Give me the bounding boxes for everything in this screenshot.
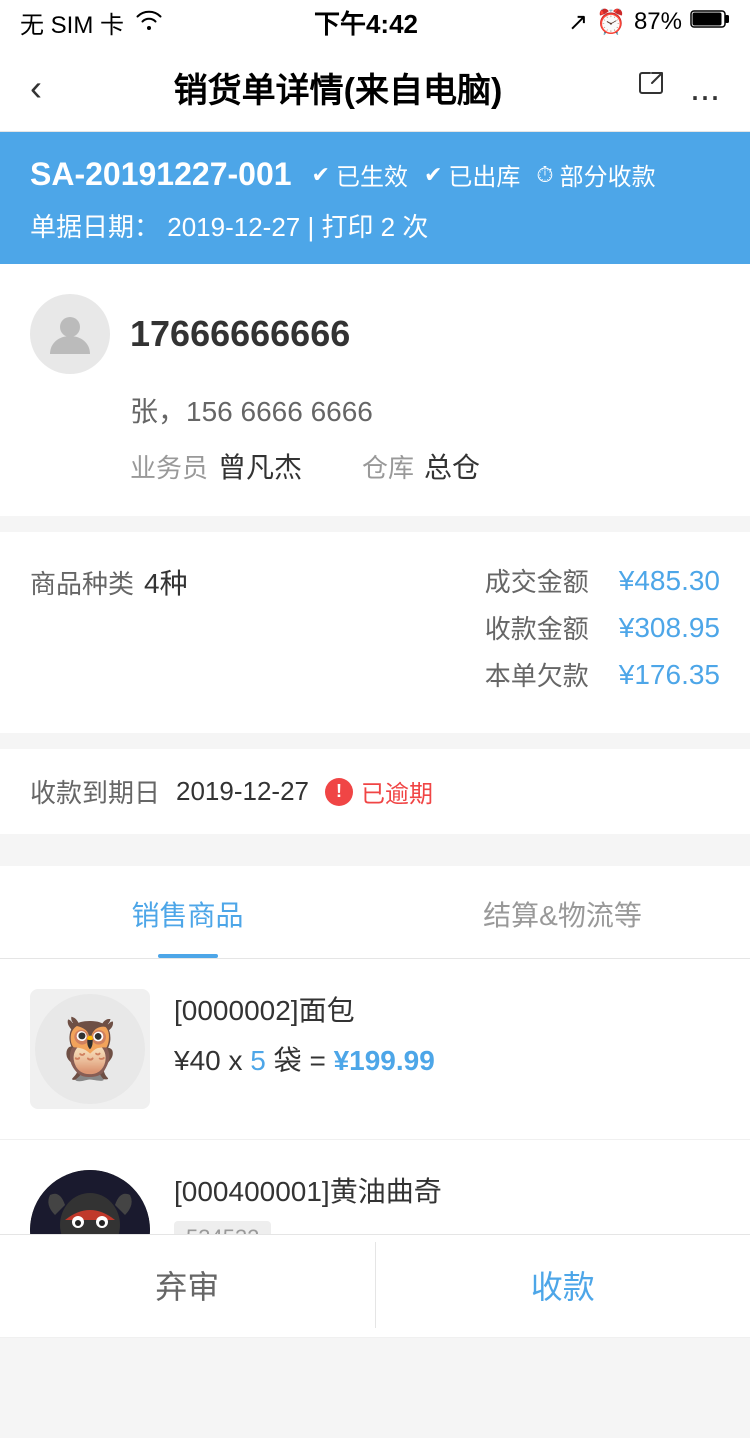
status-badge-2: ✔ 已出库 xyxy=(424,157,520,192)
check-icon-2: ✔ xyxy=(424,162,442,188)
nav-actions: ... xyxy=(634,65,720,110)
page-title: 销货单详情(来自电脑) xyxy=(174,63,503,112)
alarm-icon: ⏰ xyxy=(596,8,626,37)
location-icon: ↗ xyxy=(568,8,588,37)
avatar xyxy=(30,294,110,374)
overdue-icon: ! xyxy=(325,778,353,806)
bottom-spacer xyxy=(0,1338,750,1438)
status-right: ↗ ⏰ 87% xyxy=(568,8,730,37)
warehouse-item: 仓库 总仓 xyxy=(362,446,480,486)
customer-name: 张，156 6666 6666 xyxy=(30,390,720,430)
bottom-bar: 弃审 收款 xyxy=(0,1234,750,1334)
tab-sales-products[interactable]: 销售商品 xyxy=(0,866,375,958)
product-name-2: [000400001]黄油曲奇 xyxy=(174,1170,720,1210)
tab-settlement[interactable]: 结算&物流等 xyxy=(375,866,750,958)
product-item: 🦉 [0000002]面包 ¥40 x 5 袋 = ¥199.99 xyxy=(0,959,750,1140)
product-price-1: ¥40 x 5 袋 = ¥199.99 xyxy=(174,1039,720,1079)
battery-icon xyxy=(690,8,730,36)
sim-status: 无 SIM 卡 xyxy=(20,5,124,40)
battery-level: 87% xyxy=(634,8,682,36)
clock-icon: ⏱ xyxy=(536,162,553,188)
product-name-1: [0000002]面包 xyxy=(174,989,720,1029)
customer-section: 17666666666 张，156 6666 6666 业务员 曾凡杰 仓库 总… xyxy=(0,264,750,516)
customer-phone: 17666666666 xyxy=(130,313,350,355)
nav-bar: ‹ 销货单详情(来自电脑) ... xyxy=(0,44,750,132)
share-button[interactable] xyxy=(634,65,670,110)
status-badge-3: ⏱ 部分收款 xyxy=(536,157,655,192)
back-button[interactable]: ‹ xyxy=(30,67,42,109)
deal-amount-row: 成交金额 ¥485.30 xyxy=(485,562,720,599)
confirm-button[interactable]: 收款 xyxy=(376,1242,750,1328)
divider xyxy=(0,834,750,850)
tabs-row: 销售商品 结算&物流等 xyxy=(0,866,750,959)
status-bar: 无 SIM 卡 下午4:42 ↗ ⏰ 87% xyxy=(0,0,750,44)
due-section: 收款到期日 2019-12-27 ! 已逾期 xyxy=(0,749,750,834)
customer-top: 17666666666 xyxy=(30,294,720,374)
debt-amount-row: 本单欠款 ¥176.35 xyxy=(485,656,720,693)
order-header: SA-20191227-001 ✔ 已生效 ✔ 已出库 ⏱ 部分收款 单据日期：… xyxy=(0,132,750,264)
product-type-row: 商品种类 4种 xyxy=(30,562,188,602)
stats-right: 成交金额 ¥485.30 收款金额 ¥308.95 本单欠款 ¥176.35 xyxy=(485,562,720,703)
order-id-row: SA-20191227-001 ✔ 已生效 ✔ 已出库 ⏱ 部分收款 xyxy=(30,156,720,193)
salesperson-item: 业务员 曾凡杰 xyxy=(130,446,302,486)
more-button[interactable]: ... xyxy=(690,67,720,109)
stats-left: 商品种类 4种 xyxy=(30,562,188,602)
overdue-badge: ! 已逾期 xyxy=(325,774,433,809)
check-icon-1: ✔ xyxy=(312,162,330,188)
order-id: SA-20191227-001 xyxy=(30,156,292,193)
status-time: 下午4:42 xyxy=(314,4,418,41)
cancel-button[interactable]: 弃审 xyxy=(0,1242,376,1328)
received-amount-row: 收款金额 ¥308.95 xyxy=(485,609,720,646)
status-badge-1: ✔ 已生效 xyxy=(312,157,408,192)
product-info-1: [0000002]面包 ¥40 x 5 袋 = ¥199.99 xyxy=(174,989,720,1079)
order-date-row: 单据日期： 2019-12-27 | 打印 2 次 xyxy=(30,207,720,244)
stats-section: 商品种类 4种 成交金额 ¥485.30 收款金额 ¥308.95 本单欠款 ¥… xyxy=(0,532,750,733)
status-left: 无 SIM 卡 xyxy=(20,5,164,40)
wifi-icon xyxy=(134,8,164,37)
product-thumb-1: 🦉 xyxy=(30,989,150,1109)
customer-meta: 业务员 曾凡杰 仓库 总仓 xyxy=(30,446,720,486)
status-badges: ✔ 已生效 ✔ 已出库 ⏱ 部分收款 xyxy=(312,157,656,192)
svg-text:🦉: 🦉 xyxy=(53,1015,128,1083)
